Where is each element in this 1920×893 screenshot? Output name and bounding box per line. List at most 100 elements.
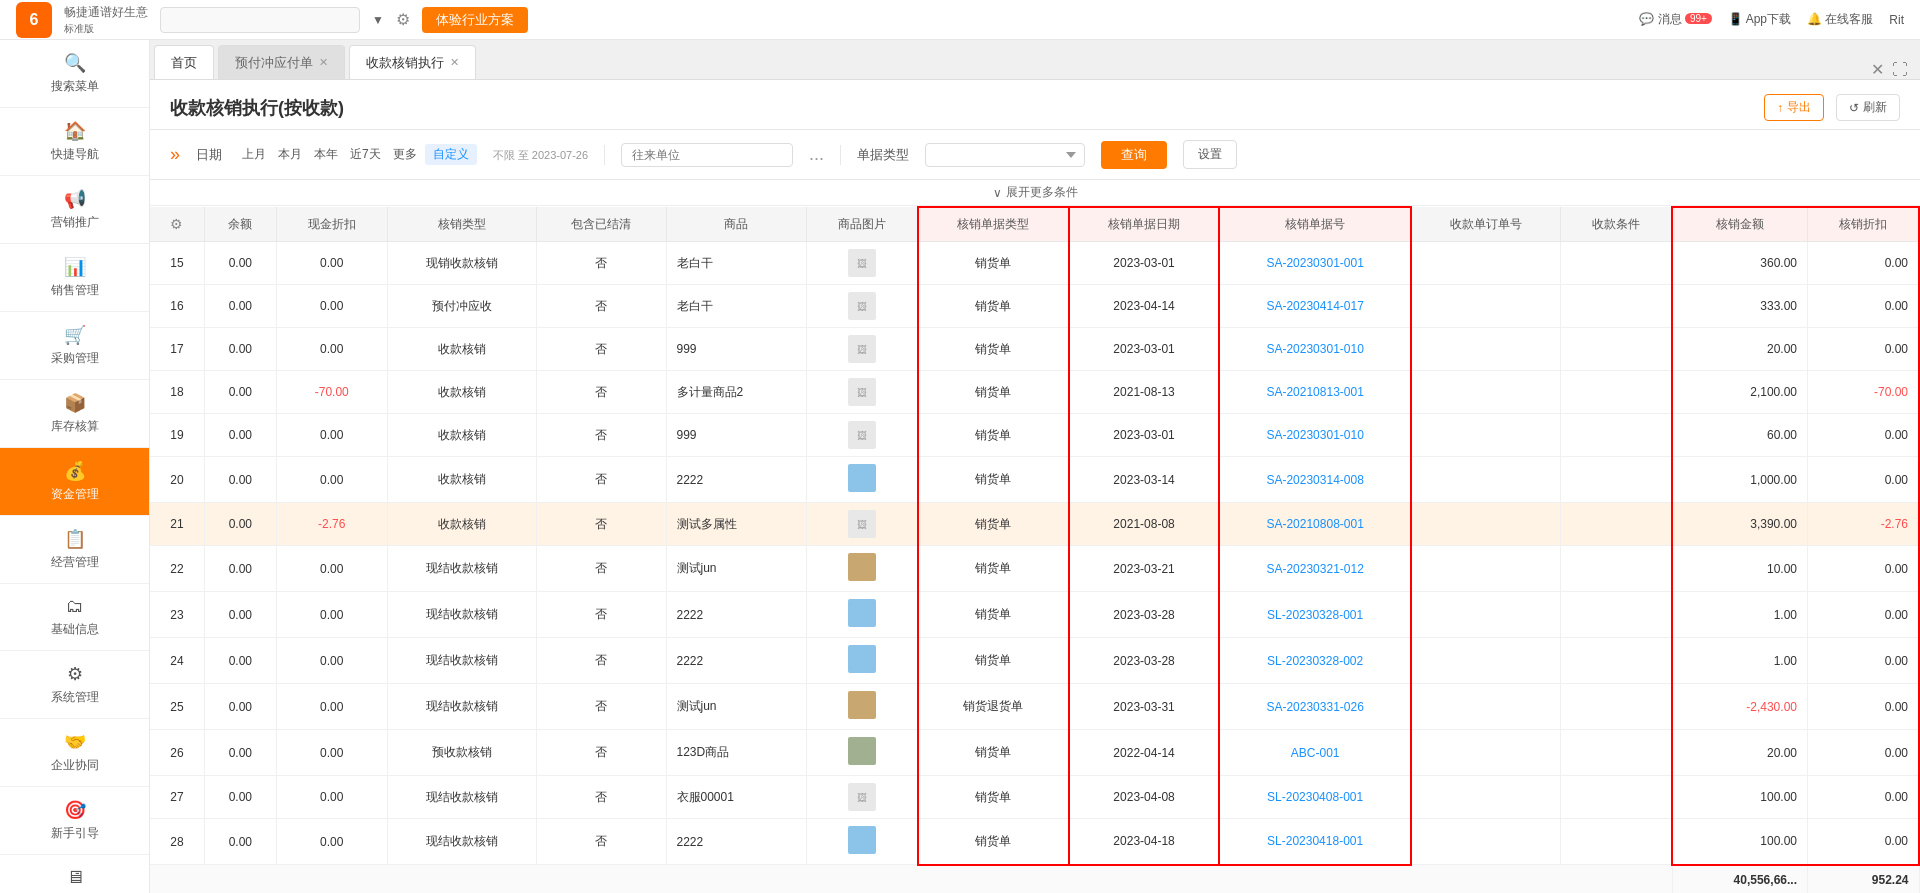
sidebar-item-purchase[interactable]: 🛒 采购管理: [0, 312, 149, 380]
user-info[interactable]: Rit: [1889, 13, 1904, 27]
voucher-type-select[interactable]: [925, 143, 1085, 167]
expand-more-button[interactable]: ∨ 展开更多条件: [993, 184, 1078, 201]
cell-include-settled: 否: [536, 328, 666, 371]
filter-collapse-icon[interactable]: »: [170, 144, 180, 165]
date-btn-this-year[interactable]: 本年: [310, 144, 342, 165]
tab-expand-icon[interactable]: ⛶: [1892, 61, 1908, 79]
date-btn-this-month[interactable]: 本月: [274, 144, 306, 165]
cancel-no-link[interactable]: SA-20230301-001: [1266, 256, 1363, 270]
sidebar-item-collab[interactable]: 🤝 企业协同: [0, 719, 149, 787]
cancel-no-link[interactable]: SA-20230321-012: [1266, 562, 1363, 576]
cell-cancel-no[interactable]: SA-20230314-008: [1219, 457, 1410, 503]
cancel-no-link[interactable]: SA-20210808-001: [1266, 517, 1363, 531]
cell-cancel-no[interactable]: SA-20210808-001: [1219, 503, 1410, 546]
main-layout: 🔍 搜索菜单 🏠 快捷导航 📢 营销推广 📊 销售管理 🛒 采购管理 📦 库存核…: [0, 40, 1920, 893]
cell-cancel-no[interactable]: SL-20230328-002: [1219, 638, 1410, 684]
date-btn-7days[interactable]: 近7天: [346, 144, 385, 165]
cell-cancel-no[interactable]: SA-20230321-012: [1219, 546, 1410, 592]
cancel-no-link[interactable]: SA-20210813-001: [1266, 385, 1363, 399]
export-button[interactable]: ↑ 导出: [1764, 94, 1824, 121]
tab-prepay[interactable]: 预付冲应付单 ✕: [218, 45, 345, 79]
sidebar-item-newbie[interactable]: 🎯 新手引导: [0, 787, 149, 855]
cancel-no-link[interactable]: SA-20230331-026: [1266, 700, 1363, 714]
gear-icon[interactable]: ⚙: [170, 216, 183, 232]
cell-cancel-no[interactable]: SL-20230328-001: [1219, 592, 1410, 638]
brand-name: 畅捷通谱好生意标准版: [64, 4, 148, 36]
tab-receipt-close[interactable]: ✕: [450, 56, 459, 69]
date-btn-last-month[interactable]: 上月: [238, 144, 270, 165]
th-gear[interactable]: ⚙: [150, 207, 204, 242]
cancel-no-link[interactable]: SA-20230301-010: [1266, 428, 1363, 442]
sidebar-item-hardware[interactable]: 🖥 智能硬件: [0, 855, 149, 893]
cancel-no-link[interactable]: SL-20230328-001: [1267, 608, 1363, 622]
solution-button[interactable]: 体验行业方案: [422, 7, 528, 33]
cell-cancel-type: 收款核销: [387, 457, 536, 503]
cell-cash-discount: 0.00: [276, 730, 387, 776]
cell-cancel-voucher-type: 销货退货单: [918, 684, 1069, 730]
refresh-button[interactable]: ↺ 刷新: [1836, 94, 1900, 121]
sidebar-item-system[interactable]: ⚙ 系统管理: [0, 651, 149, 719]
cell-cancel-date: 2023-03-31: [1069, 684, 1220, 730]
cancel-no-link[interactable]: SL-20230408-001: [1267, 790, 1363, 804]
cell-cancel-no[interactable]: SA-20230301-010: [1219, 328, 1410, 371]
sidebar-item-search[interactable]: 🔍 搜索菜单: [0, 40, 149, 108]
collab-icon: 🤝: [64, 731, 86, 753]
sidebar-item-marketing[interactable]: 📢 营销推广: [0, 176, 149, 244]
th-include-settled: 包含已结清: [536, 207, 666, 242]
cancel-no-link[interactable]: SA-20230414-017: [1266, 299, 1363, 313]
cell-cancel-amount: 20.00: [1672, 730, 1807, 776]
sidebar-item-business[interactable]: 📋 经营管理: [0, 516, 149, 584]
cancel-no-link[interactable]: SL-20230328-002: [1267, 654, 1363, 668]
cell-cancel-no[interactable]: SA-20230301-010: [1219, 414, 1410, 457]
date-btn-more[interactable]: 更多: [389, 144, 421, 165]
setting-button[interactable]: 设置: [1183, 140, 1237, 169]
app-download[interactable]: 📱 App下载: [1728, 11, 1791, 28]
th-cancel-voucher-type: 核销单据类型: [918, 207, 1069, 242]
tab-close-window-icon[interactable]: ✕: [1871, 60, 1884, 79]
dropdown-trigger[interactable]: ▼: [372, 13, 384, 27]
cancel-no-link[interactable]: SA-20230301-010: [1266, 342, 1363, 356]
query-button[interactable]: 查询: [1101, 141, 1167, 169]
sidebar-item-inventory[interactable]: 📦 库存核算: [0, 380, 149, 448]
cell-goods: 2222: [666, 457, 807, 503]
sidebar-item-sales[interactable]: 📊 销售管理: [0, 244, 149, 312]
export-icon: ↑: [1777, 101, 1783, 115]
gear-icon[interactable]: ⚙: [396, 10, 410, 29]
from-unit-input[interactable]: [621, 143, 793, 167]
sidebar-label-inventory: 库存核算: [51, 418, 99, 435]
cell-cancel-no[interactable]: SA-20230414-017: [1219, 285, 1410, 328]
th-cash-discount: 现金折扣: [276, 207, 387, 242]
purchase-icon: 🛒: [64, 324, 86, 346]
cell-cancel-no[interactable]: ABC-001: [1219, 730, 1410, 776]
tab-home[interactable]: 首页: [154, 45, 214, 79]
tab-prepay-close[interactable]: ✕: [319, 56, 328, 69]
sidebar-item-nav[interactable]: 🏠 快捷导航: [0, 108, 149, 176]
cell-include-settled: 否: [536, 503, 666, 546]
sidebar-item-basic[interactable]: 🗂 基础信息: [0, 584, 149, 651]
cell-cancel-voucher-type: 销货单: [918, 638, 1069, 684]
cell-balance: 0.00: [204, 285, 276, 328]
cancel-no-link[interactable]: ABC-001: [1291, 746, 1340, 760]
date-btn-custom[interactable]: 自定义: [425, 144, 477, 165]
cell-cancel-no[interactable]: SA-20210813-001: [1219, 371, 1410, 414]
tab-receipt[interactable]: 收款核销执行 ✕: [349, 45, 476, 79]
cell-include-settled: 否: [536, 546, 666, 592]
cell-goods-img: [807, 457, 918, 503]
search-input[interactable]: [160, 7, 360, 33]
cell-cancel-date: 2023-03-14: [1069, 457, 1220, 503]
cell-cancel-type: 收款核销: [387, 414, 536, 457]
cell-balance: 0.00: [204, 242, 276, 285]
online-service[interactable]: 🔔 在线客服: [1807, 11, 1873, 28]
message-icon[interactable]: 💬 消息 99+: [1639, 11, 1712, 28]
cancel-no-link[interactable]: SL-20230418-001: [1267, 834, 1363, 848]
cell-include-settled: 否: [536, 638, 666, 684]
table-container[interactable]: ⚙ 余额 现金折扣 核销类型 包含已结清 商品 商品图片 核销单据类型 核销单据…: [150, 206, 1920, 893]
cell-cancel-amount: 100.00: [1672, 819, 1807, 865]
cancel-no-link[interactable]: SA-20230314-008: [1266, 473, 1363, 487]
cell-cancel-no[interactable]: SL-20230418-001: [1219, 819, 1410, 865]
cell-cancel-no[interactable]: SL-20230408-001: [1219, 776, 1410, 819]
cell-cancel-discount: 0.00: [1807, 730, 1919, 776]
sidebar-item-finance[interactable]: 💰 资金管理: [0, 448, 149, 516]
cell-cancel-no[interactable]: SA-20230301-001: [1219, 242, 1410, 285]
cell-cancel-no[interactable]: SA-20230331-026: [1219, 684, 1410, 730]
